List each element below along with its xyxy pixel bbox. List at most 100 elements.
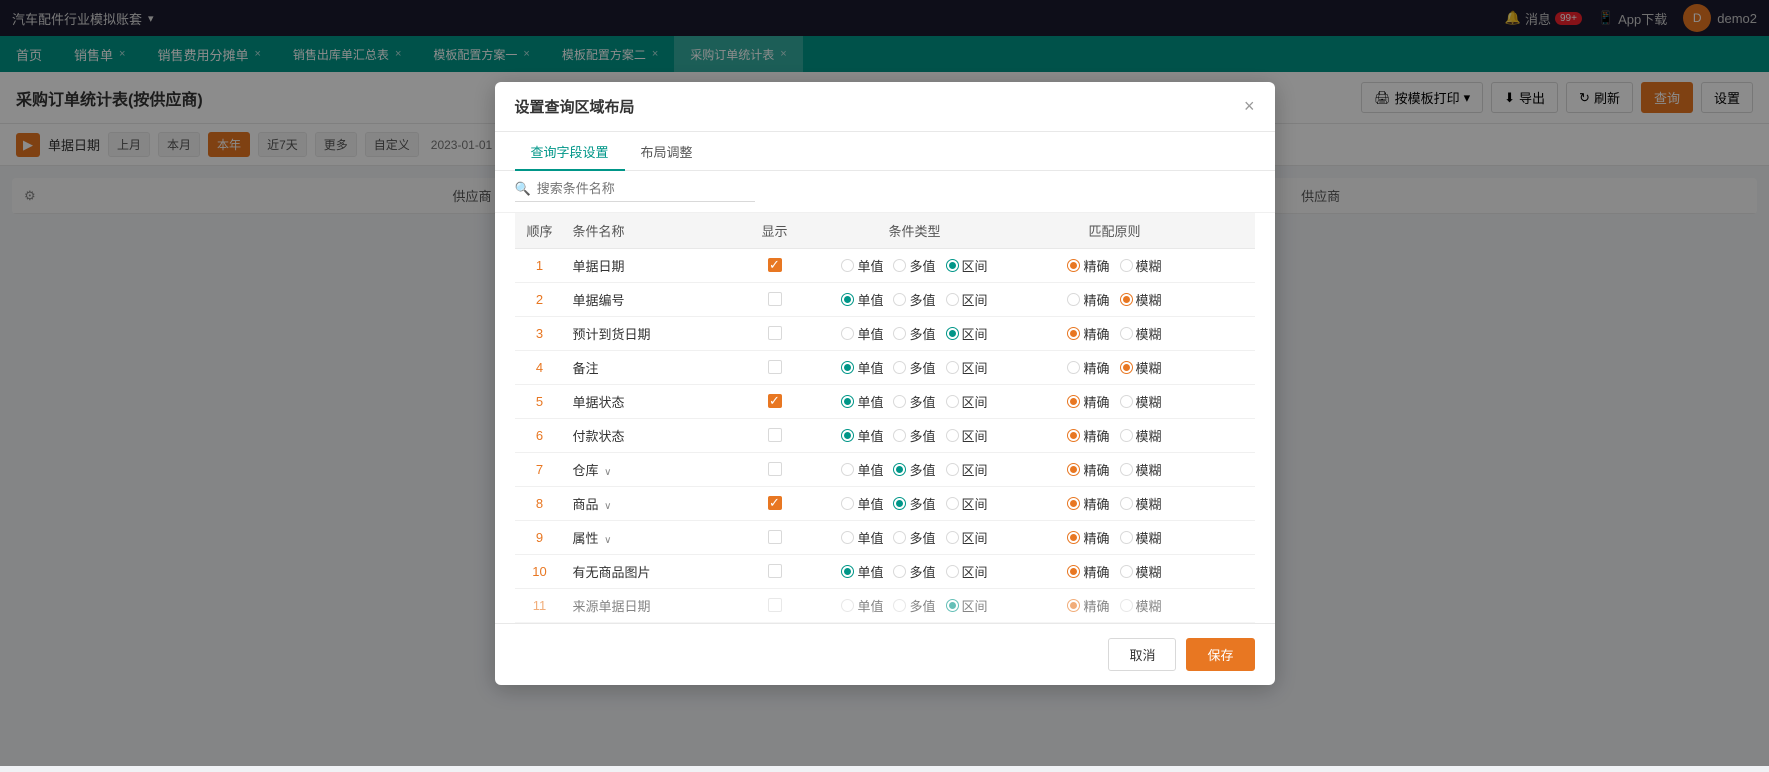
row8-range-circle [946,497,959,510]
row10-checkbox[interactable] [768,564,782,578]
row5-name: 单据状态 [565,392,745,411]
row7-exact-radio[interactable]: 精确 [1067,460,1109,479]
row8-checkbox[interactable]: ✓ [768,496,782,510]
row9-multi-radio[interactable]: 多值 [893,528,935,547]
row9-display [745,530,805,544]
row1-name: 单据日期 [565,256,745,275]
row7-match: 精确 模糊 [1025,460,1205,479]
dialog-close-btn[interactable]: × [1244,97,1255,115]
row1-checkbox[interactable]: ✓ [768,258,782,272]
dialog-tab-layout[interactable]: 布局调整 [625,132,709,171]
row1-fuzzy-radio[interactable]: 模糊 [1120,256,1162,275]
row5-fuzzy-radio[interactable]: 模糊 [1120,392,1162,411]
row3-cond-type: 单值 多值 区间 [805,324,1025,343]
row3-multi-radio[interactable]: 多值 [893,324,935,343]
row10-name: 有无商品图片 [565,562,745,581]
search-input[interactable] [537,181,755,196]
row1-range-radio[interactable]: 区间 [946,256,988,275]
row1-single-radio[interactable]: 单值 [841,256,883,275]
row8-range-radio[interactable]: 区间 [946,494,988,513]
row4-range-radio[interactable]: 区间 [946,358,988,377]
row11-multi-radio[interactable]: 多值 [893,596,935,615]
row9-exact-radio[interactable]: 精确 [1067,528,1109,547]
row8-multi-radio[interactable]: 多值 [893,494,935,513]
row2-single-radio[interactable]: 单值 [841,290,883,309]
row7-multi-radio[interactable]: 多值 [893,460,935,479]
row5-exact-radio[interactable]: 精确 [1067,392,1109,411]
row8-fuzzy-radio[interactable]: 模糊 [1120,494,1162,513]
row6-multi-radio[interactable]: 多值 [893,426,935,445]
row1-multi-radio[interactable]: 多值 [893,256,935,275]
row2-cond-type: 单值 多值 区间 [805,290,1025,309]
row6-single-radio[interactable]: 单值 [841,426,883,445]
dialog-tab-query-fields[interactable]: 查询字段设置 [515,132,625,171]
row2-exact-radio[interactable]: 精确 [1067,290,1109,309]
row2-range-radio[interactable]: 区间 [946,290,988,309]
row11-range-circle [946,599,959,612]
row3-exact-radio[interactable]: 精确 [1067,324,1109,343]
row7-checkbox[interactable] [768,462,782,476]
row7-fuzzy-circle [1120,463,1133,476]
row9-range-radio[interactable]: 区间 [946,528,988,547]
row6-fuzzy-radio[interactable]: 模糊 [1120,426,1162,445]
row3-checkbox[interactable] [768,326,782,340]
row4-cond-type: 单值 多值 区间 [805,358,1025,377]
row4-single-radio[interactable]: 单值 [841,358,883,377]
row9-fuzzy-circle [1120,531,1133,544]
row7-exact-circle [1067,463,1080,476]
row11-checkbox[interactable] [768,598,782,612]
row1-exact-circle [1067,259,1080,272]
row9-single-radio[interactable]: 单值 [841,528,883,547]
row4-exact-radio[interactable]: 精确 [1067,358,1109,377]
row10-fuzzy-circle [1120,565,1133,578]
row8-match: 精确 模糊 [1025,494,1205,513]
search-icon: 🔍 [515,181,531,197]
row1-exact-radio[interactable]: 精确 [1067,256,1109,275]
row7-range-radio[interactable]: 区间 [946,460,988,479]
row4-checkbox[interactable] [768,360,782,374]
row3-single-radio[interactable]: 单值 [841,324,883,343]
row5-checkbox[interactable]: ✓ [768,394,782,408]
row1-cond-type: 单值 多值 区间 [805,256,1025,275]
row10-single-radio[interactable]: 单值 [841,562,883,581]
row3-range-radio[interactable]: 区间 [946,324,988,343]
row10-fuzzy-radio[interactable]: 模糊 [1120,562,1162,581]
save-button[interactable]: 保存 [1186,638,1254,671]
th-cond-type: 条件类型 [805,221,1025,240]
row3-fuzzy-radio[interactable]: 模糊 [1120,324,1162,343]
row9-checkbox[interactable] [768,530,782,544]
row6-range-radio[interactable]: 区间 [946,426,988,445]
row4-exact-circle [1067,361,1080,374]
row10-multi-radio[interactable]: 多值 [893,562,935,581]
row7-single-circle [841,463,854,476]
row8-exact-radio[interactable]: 精确 [1067,494,1109,513]
row5-single-radio[interactable]: 单值 [841,392,883,411]
row5-range-circle [946,395,959,408]
row8-cond-type: 单值 多值 区间 [805,494,1025,513]
row8-single-radio[interactable]: 单值 [841,494,883,513]
row10-exact-radio[interactable]: 精确 [1067,562,1109,581]
row10-range-radio[interactable]: 区间 [946,562,988,581]
row2-checkbox[interactable] [768,292,782,306]
row2-multi-radio[interactable]: 多值 [893,290,935,309]
row9-fuzzy-radio[interactable]: 模糊 [1120,528,1162,547]
row6-exact-radio[interactable]: 精确 [1067,426,1109,445]
cancel-button[interactable]: 取消 [1108,638,1176,671]
row11-exact-radio[interactable]: 精确 [1067,596,1109,615]
row4-multi-radio[interactable]: 多值 [893,358,935,377]
row2-fuzzy-radio[interactable]: 模糊 [1120,290,1162,309]
row6-checkbox[interactable] [768,428,782,442]
row6-index: 6 [515,428,565,443]
row11-fuzzy-radio[interactable]: 模糊 [1120,596,1162,615]
row6-name: 付款状态 [565,426,745,445]
row1-display: ✓ [745,258,805,272]
table-row: 1 单据日期 ✓ 单值 [515,249,1255,283]
row7-fuzzy-radio[interactable]: 模糊 [1120,460,1162,479]
row8-multi-circle [893,497,906,510]
row7-single-radio[interactable]: 单值 [841,460,883,479]
row11-single-radio[interactable]: 单值 [841,596,883,615]
row11-range-radio[interactable]: 区间 [946,596,988,615]
row4-fuzzy-radio[interactable]: 模糊 [1120,358,1162,377]
row5-range-radio[interactable]: 区间 [946,392,988,411]
row5-multi-radio[interactable]: 多值 [893,392,935,411]
